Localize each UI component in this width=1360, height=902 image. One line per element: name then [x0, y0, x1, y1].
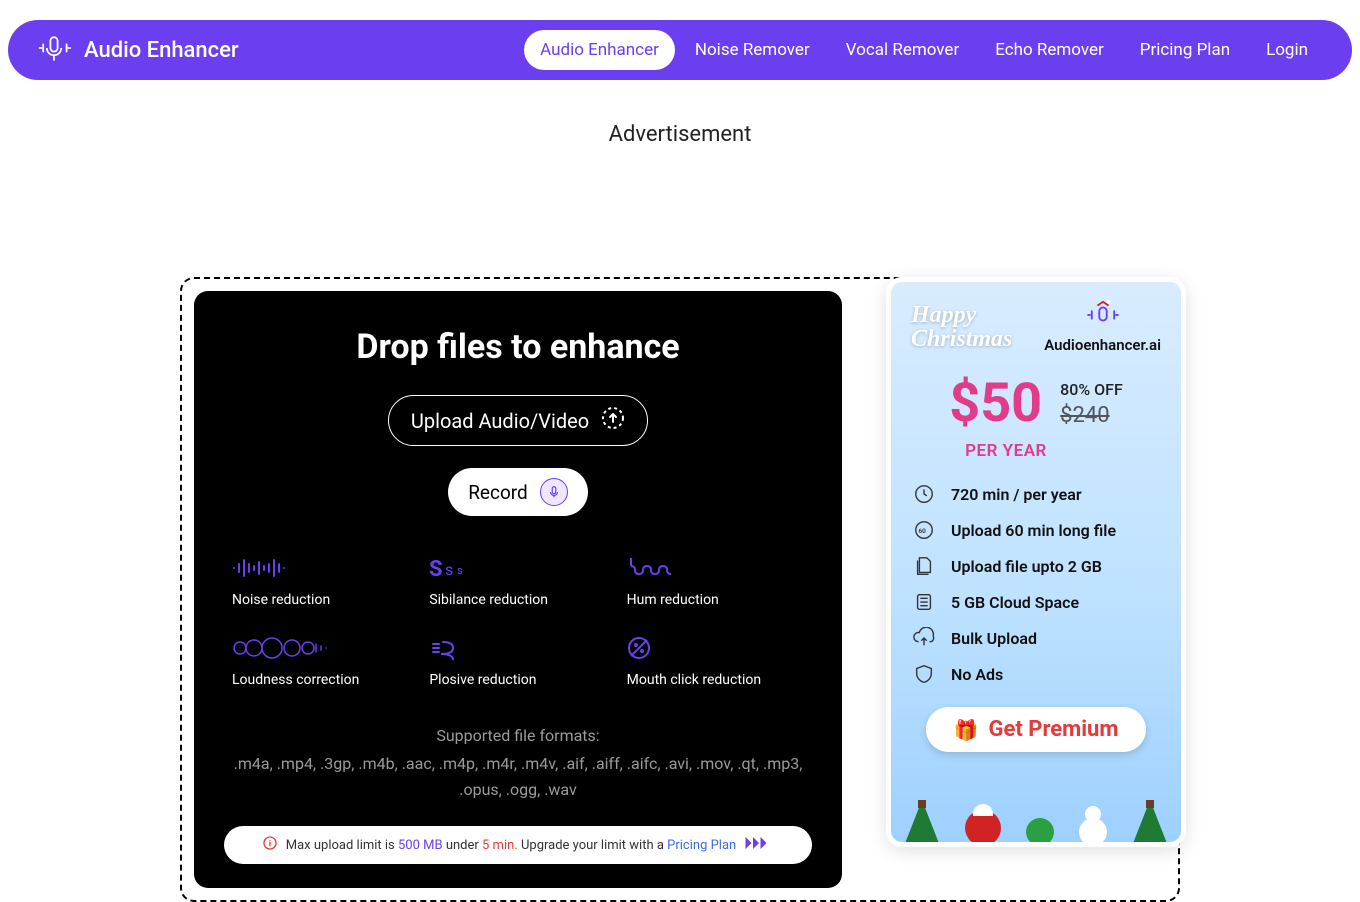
nav-pricing-plan[interactable]: Pricing Plan	[1124, 30, 1246, 70]
nav-noise-remover[interactable]: Noise Remover	[679, 30, 826, 70]
upload-panel: Drop files to enhance Upload Audio/Video…	[194, 291, 842, 888]
old-price: $240	[1060, 403, 1123, 428]
waveform-mic-santa-icon	[1084, 300, 1122, 332]
get-premium-button[interactable]: 🎁 Get Premium	[926, 707, 1147, 752]
advertisement-label: Advertisement	[0, 122, 1360, 147]
feature-mouth-click-reduction: Mouth click reduction	[627, 636, 804, 688]
per-year-label: PER YEAR	[886, 441, 1161, 461]
svg-text:60: 60	[919, 527, 927, 535]
noise-wave-icon	[232, 556, 409, 584]
upload-button[interactable]: Upload Audio/Video	[388, 395, 648, 446]
sibilance-icon: Sss	[429, 556, 606, 584]
promo-feature-no-ads: No Ads	[911, 663, 1161, 685]
record-button-label: Record	[468, 481, 528, 504]
discount-badge: 80% OFF	[1060, 380, 1123, 399]
feature-noise-reduction: Noise reduction	[232, 556, 409, 608]
promo-feature-long-file: 60 Upload 60 min long file	[911, 519, 1161, 541]
mouth-click-icon	[627, 636, 804, 664]
feature-loudness-correction: Loudness correction	[232, 636, 409, 688]
promo-brand: Audioenhancer.ai	[1044, 300, 1161, 354]
promo-card: Happy Christmas Audioenhancer.ai $50 80	[886, 277, 1186, 847]
feature-sibilance-reduction: Sss Sibilance reduction	[429, 556, 606, 608]
waveform-mic-icon	[36, 30, 72, 70]
nav-vocal-remover[interactable]: Vocal Remover	[830, 30, 976, 70]
cloud-upload-icon	[911, 627, 937, 649]
svg-text:s: s	[445, 560, 453, 579]
promo-feature-file-size: Upload file upto 2 GB	[911, 555, 1161, 577]
feature-plosive-reduction: Plosive reduction	[429, 636, 606, 688]
svg-text:S: S	[429, 557, 443, 580]
nav-audio-enhancer[interactable]: Audio Enhancer	[524, 30, 675, 70]
santa-icon	[965, 810, 1001, 846]
tree-icon	[1132, 800, 1168, 846]
drop-title: Drop files to enhance	[224, 327, 812, 367]
feature-hum-reduction: Hum reduction	[627, 556, 804, 608]
tree-icon	[904, 800, 940, 846]
brand[interactable]: Audio Enhancer	[36, 30, 239, 70]
snowman-icon	[1079, 818, 1107, 846]
christmas-decoration	[891, 766, 1181, 846]
svg-text:s: s	[457, 564, 463, 577]
pricing-plan-link[interactable]: Pricing Plan	[667, 838, 736, 853]
promo-feature-minutes: 720 min / per year	[911, 483, 1161, 505]
happy-christmas-text: Happy Christmas	[911, 303, 1012, 351]
brand-text: Audio Enhancer	[84, 38, 239, 63]
shield-icon	[911, 663, 937, 685]
formats-label: Supported file formats:	[224, 726, 812, 745]
hum-wave-icon	[627, 556, 804, 584]
clock-icon	[911, 483, 937, 505]
upload-icon	[601, 406, 625, 435]
microphone-icon	[540, 478, 568, 506]
formats-text: .m4a, .mp4, .3gp, .m4b, .aac, .m4p, .m4r…	[224, 751, 812, 802]
limit-text: Max upload limit is 500 MB under 5 min. …	[286, 838, 736, 853]
chevrons-right-icon	[744, 834, 774, 856]
elf-icon	[1026, 818, 1054, 846]
info-icon	[262, 835, 278, 855]
promo-feature-bulk-upload: Bulk Upload	[911, 627, 1161, 649]
promo-feature-cloud-space: 5 GB Cloud Space	[911, 591, 1161, 613]
features-grid: Noise reduction Sss Sibilance reduction …	[224, 556, 812, 688]
upload-button-label: Upload Audio/Video	[411, 409, 589, 433]
upload-limit-bar: Max upload limit is 500 MB under 5 min. …	[224, 826, 812, 864]
nav-echo-remover[interactable]: Echo Remover	[979, 30, 1120, 70]
promo-features: 720 min / per year 60 Upload 60 min long…	[911, 483, 1161, 685]
navbar: Audio Enhancer Audio Enhancer Noise Remo…	[8, 20, 1352, 80]
files-icon	[911, 555, 937, 577]
plosive-icon	[429, 636, 606, 664]
price-row: $50 80% OFF $240	[911, 372, 1161, 435]
gift-icon: 🎁	[954, 718, 979, 742]
record-button[interactable]: Record	[448, 468, 588, 516]
storage-icon	[911, 591, 937, 613]
nav-links: Audio Enhancer Noise Remover Vocal Remov…	[524, 30, 1324, 70]
nav-login[interactable]: Login	[1250, 30, 1324, 70]
clock-60-icon: 60	[911, 519, 937, 541]
loudness-icon	[232, 636, 409, 664]
price-value: $50	[949, 372, 1042, 435]
